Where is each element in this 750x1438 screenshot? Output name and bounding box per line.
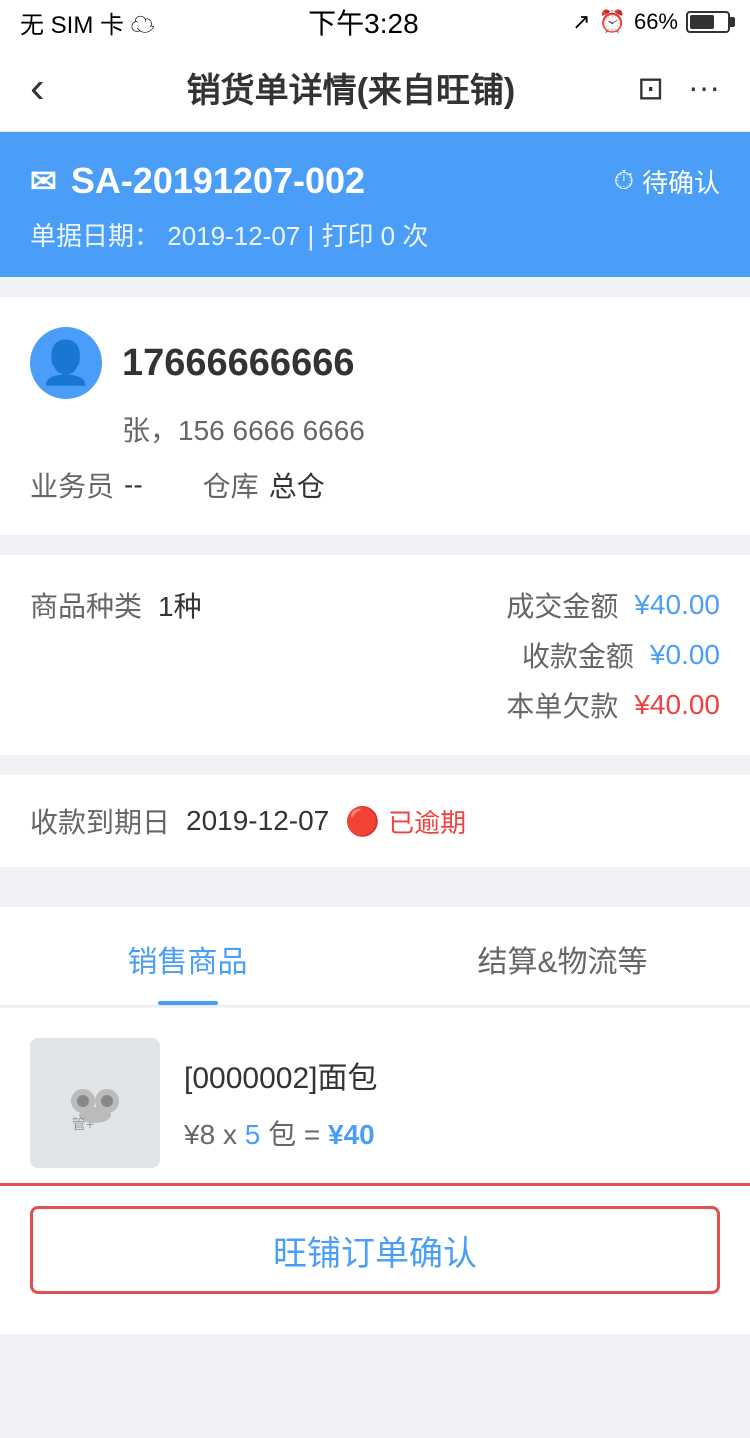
share-icon[interactable]: ⊡ (637, 69, 664, 107)
customer-meta: 业务员 -- 仓库 总仓 (30, 465, 720, 505)
product-price: ¥8 x 5 包 = ¥40 (184, 1113, 720, 1153)
warehouse-value: 总仓 (269, 465, 325, 505)
customer-name: 张，156 6666 6666 (122, 409, 720, 449)
owed-label: 本单欠款 (506, 685, 618, 725)
battery-icon (686, 11, 730, 33)
received-value: ¥0.00 (650, 639, 720, 671)
received-row: 收款金额 ¥0.00 (506, 635, 720, 675)
due-date-section: 收款到期日 2019-12-07 🔴 已逾期 (0, 775, 750, 867)
status-text: 待确认 (642, 163, 720, 200)
tab-settlement[interactable]: 结算&物流等 (375, 907, 750, 1005)
product-unit: 包 (268, 1119, 296, 1150)
status-right: ↗ ⏰ 66% (572, 9, 730, 35)
confirm-button-container: 旺铺订单确认 (0, 1183, 750, 1334)
order-id: ✉ SA-20191207-002 (30, 160, 365, 202)
order-id-text: SA-20191207-002 (71, 160, 365, 202)
location-icon: ↗ (572, 9, 590, 35)
financial-summary: 成交金额 ¥40.00 收款金额 ¥0.00 本单欠款 ¥40.00 (506, 585, 720, 725)
alarm-icon: ⏰ (599, 9, 626, 35)
type-value: 1种 (158, 585, 202, 625)
status-bar: 无 SIM 卡 ☁ 下午3:28 ↗ ⏰ 66% (0, 0, 750, 44)
product-qty: 5 (245, 1119, 261, 1150)
product-thumb-svg: 管+ (55, 1073, 135, 1133)
page-title: 销货单详情(来自旺铺) (65, 63, 638, 112)
status-time: 下午3:28 (308, 2, 419, 42)
svg-text:管+: 管+ (72, 1116, 94, 1132)
due-date-value: 2019-12-07 (186, 805, 329, 837)
price-base: ¥8 (184, 1119, 215, 1150)
product-types: 商品种类 1种 (30, 585, 202, 625)
order-icon: ✉ (30, 162, 57, 200)
confirm-order-button[interactable]: 旺铺订单确认 (30, 1206, 720, 1294)
sales-value: -- (124, 469, 143, 501)
order-date: 单据日期： 2019-12-07 | 打印 0 次 (30, 216, 720, 253)
received-label: 收款金额 (522, 635, 634, 675)
status-clock-icon: ⏱ (614, 165, 634, 197)
owed-row: 本单欠款 ¥40.00 (506, 685, 720, 725)
overdue-text: 已逾期 (388, 803, 466, 840)
product-thumbnail: 管+ (30, 1038, 160, 1168)
order-status: ⏱ 待确认 (614, 163, 720, 200)
amount-value: ¥40.00 (634, 589, 720, 621)
multiply-sign: x (223, 1119, 245, 1150)
amount-label: 成交金额 (506, 585, 618, 625)
owed-value: ¥40.00 (634, 689, 720, 721)
avatar-icon: 👤 (40, 339, 92, 388)
order-header: ✉ SA-20191207-002 ⏱ 待确认 单据日期： 2019-12-07… (0, 132, 750, 277)
warehouse-label: 仓库 (203, 465, 259, 505)
back-button[interactable]: ‹ (30, 66, 45, 110)
due-label: 收款到期日 (30, 801, 170, 841)
nav-bar: ‹ 销货单详情(来自旺铺) ⊡ ··· (0, 44, 750, 132)
customer-phone: 17666666666 (122, 342, 354, 385)
customer-section: 👤 17666666666 张，156 6666 6666 业务员 -- 仓库 … (0, 297, 750, 535)
sales-label: 业务员 (30, 465, 114, 505)
warehouse: 仓库 总仓 (203, 465, 325, 505)
nav-actions: ⊡ ··· (637, 69, 720, 107)
battery-text: 66% (634, 9, 678, 35)
status-left: 无 SIM 卡 ☁ (20, 5, 155, 40)
product-section: 管+ [0000002]面包 ¥8 x 5 包 = ¥40 (0, 1008, 750, 1198)
tab-sales-products[interactable]: 销售商品 (0, 907, 375, 1005)
sim-text: 无 SIM 卡 ☁ (20, 5, 155, 40)
sales-person: 业务员 -- (30, 465, 143, 505)
tab-settlement-label: 结算&物流等 (477, 946, 647, 979)
tab-sales-label: 销售商品 (128, 946, 248, 979)
overdue-badge: 🔴 已逾期 (345, 803, 466, 840)
product-total: ¥40 (328, 1119, 375, 1150)
summary-section: 商品种类 1种 成交金额 ¥40.00 收款金额 ¥0.00 本单欠款 ¥40.… (0, 555, 750, 755)
overdue-icon: 🔴 (345, 805, 380, 838)
product-info: [0000002]面包 ¥8 x 5 包 = ¥40 (184, 1053, 720, 1153)
product-item: 管+ [0000002]面包 ¥8 x 5 包 = ¥40 (30, 1038, 720, 1168)
more-icon[interactable]: ··· (688, 69, 720, 106)
divider-1 (0, 867, 750, 887)
product-name: [0000002]面包 (184, 1053, 720, 1097)
type-label: 商品种类 (30, 585, 142, 625)
amount-row: 成交金额 ¥40.00 (506, 585, 720, 625)
equals-sign: = (304, 1119, 328, 1150)
avatar: 👤 (30, 327, 102, 399)
tabs: 销售商品 结算&物流等 (0, 907, 750, 1006)
